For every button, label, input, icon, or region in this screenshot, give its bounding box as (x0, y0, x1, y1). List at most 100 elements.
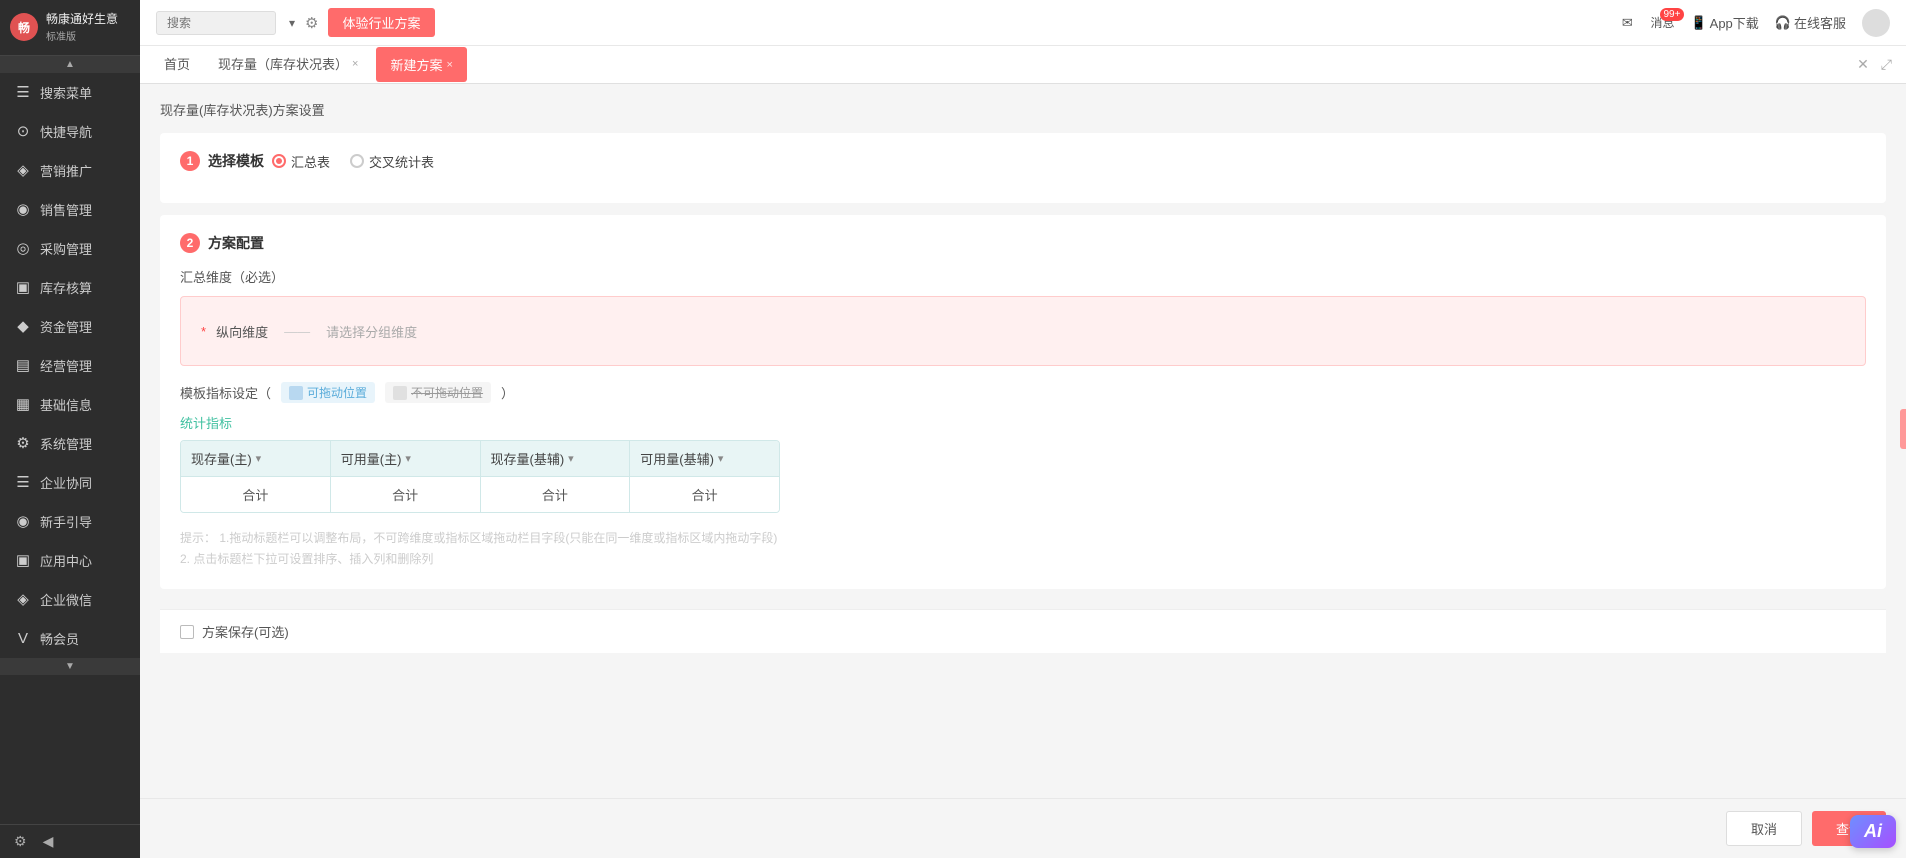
stat-table: 现存量(主) ▾ 可用量(主) ▾ 现存量(基辅) ▾ (180, 440, 780, 513)
tab-expand-action[interactable]: ⤢ (1877, 54, 1896, 75)
dropdown-selector[interactable]: ▾ (286, 16, 295, 30)
tab-inventory-label: 现存量（库存状况表） (218, 54, 348, 73)
radio-summary-label: 汇总表 (291, 152, 330, 171)
gear-icon[interactable]: ⚙ (305, 14, 318, 32)
sidebar-item-label: 应用中心 (40, 551, 92, 570)
tab-inventory-close-icon[interactable]: × (352, 58, 358, 70)
app-logo: 畅 畅康通好生意 标准版 (0, 0, 140, 56)
col3-dropdown-icon[interactable]: ▾ (568, 452, 574, 465)
purchase-icon: ◎ (14, 239, 32, 257)
sidebar-item-enterprise-collab[interactable]: ☰ 企业协同 (0, 463, 140, 502)
user-avatar[interactable] (1862, 9, 1890, 37)
phone-icon: 📱 (1690, 15, 1706, 31)
newuser-icon: ◉ (14, 512, 32, 530)
trial-button[interactable]: 体验行业方案 (328, 8, 434, 37)
tab-inventory-status[interactable]: 现存量（库存状况表） × (204, 46, 372, 83)
sidebar-item-inventory[interactable]: ▣ 库存核算 (0, 268, 140, 307)
fixed-badge: 不可拖动位置 (385, 382, 491, 403)
sidebar-item-member[interactable]: V 畅会员 (0, 619, 140, 658)
sidebar-item-sales[interactable]: ◉ 销售管理 (0, 190, 140, 229)
sidebar-item-label: 基础信息 (40, 395, 92, 414)
stat-col-4[interactable]: 可用量(基辅) ▾ (630, 441, 779, 476)
save-scheme-checkbox[interactable] (180, 625, 194, 639)
tab-home[interactable]: 首页 (150, 46, 204, 83)
dimension-name: 纵向维度 (216, 322, 268, 341)
sidebar-item-label: 销售管理 (40, 200, 92, 219)
sidebar-item-appcenter[interactable]: ▣ 应用中心 (0, 541, 140, 580)
speaker-icon[interactable]: ◀ (43, 833, 54, 850)
online-service-link[interactable]: 🎧 在线客服 (1775, 13, 1846, 32)
finance-icon: ◆ (14, 317, 32, 335)
sidebar-item-label: 搜索菜单 (40, 83, 92, 102)
col2-dropdown-icon[interactable]: ▾ (405, 452, 411, 465)
step2-num: 2 (180, 233, 200, 253)
app-download-link[interactable]: 📱 App下载 (1690, 13, 1758, 32)
footer-buttons: 取消 查询 (140, 798, 1906, 858)
right-collapse-handle[interactable] (1900, 409, 1906, 449)
search-input[interactable] (156, 11, 276, 35)
stat-col-3-name: 现存量(基辅) (491, 449, 565, 468)
main-content: ▾ ⚙ 体验行业方案 ✉ 99+ 消息 📱 App下载 🎧 在线客服 首页 (140, 0, 1906, 858)
sidebar-item-label: 企业协同 (40, 473, 92, 492)
management-icon: ▤ (14, 356, 32, 374)
template-radio-group: 汇总表 交叉统计表 (272, 152, 434, 171)
sidebar-item-marketing[interactable]: ◈ 营销推广 (0, 151, 140, 190)
sidebar-item-management[interactable]: ▤ 经营管理 (0, 346, 140, 385)
save-scheme-label: 方案保存(可选) (202, 622, 289, 641)
dimension-box[interactable]: * 纵向维度 —— 请选择分组维度 (180, 296, 1866, 366)
stat-col-4-name: 可用量(基辅) (640, 449, 714, 468)
message-badge: 99+ (1660, 8, 1685, 21)
stat-col-3[interactable]: 现存量(基辅) ▾ (481, 441, 631, 476)
stat-col-1[interactable]: 现存量(主) ▾ (181, 441, 331, 476)
stat-col-2[interactable]: 可用量(主) ▾ (331, 441, 481, 476)
stat-col-2-name: 可用量(主) (341, 449, 402, 468)
sidebar-item-system[interactable]: ⚙ 系统管理 (0, 424, 140, 463)
stat-table-body: 合计 合计 合计 合计 (181, 476, 779, 512)
message-icon-symbol: ✉ (1622, 15, 1633, 30)
system-icon: ⚙ (14, 434, 32, 452)
sidebar-item-wechat[interactable]: ◈ 企业微信 (0, 580, 140, 619)
col1-dropdown-icon[interactable]: ▾ (256, 452, 262, 465)
radio-cross-label: 交叉统计表 (369, 152, 434, 171)
radio-cross-dot (350, 154, 364, 168)
dimension-label: 汇总维度（必选） (180, 267, 1866, 286)
wechat-icon: ◈ (14, 590, 32, 608)
radio-summary[interactable]: 汇总表 (272, 152, 330, 171)
inventory-icon: ▣ (14, 278, 32, 296)
tab-new-scheme-label: 新建方案 (390, 55, 442, 74)
settings-icon[interactable]: ⚙ (14, 833, 27, 850)
collab-icon: ☰ (14, 473, 32, 491)
sales-icon: ◉ (14, 200, 32, 218)
message-icon[interactable]: ✉ 99+ 消息 (1622, 14, 1675, 31)
logo-icon: 畅 (10, 13, 38, 41)
appcenter-icon: ▣ (14, 551, 32, 569)
indicators-section: 模板指标设定（ 可拖动位置 不可拖动位置 ） 统计指标 (180, 382, 1866, 567)
step2-label: 方案配置 (208, 233, 264, 253)
step1-num: 1 (180, 151, 200, 171)
sidebar-scroll-down[interactable]: ▼ (0, 658, 140, 675)
cancel-button[interactable]: 取消 (1726, 811, 1802, 846)
sidebar-item-label: 采购管理 (40, 239, 92, 258)
tab-close-action[interactable]: ✕ (1853, 54, 1873, 75)
indicators-header: 模板指标设定（ 可拖动位置 不可拖动位置 ） (180, 382, 1866, 403)
topbar-right: ✉ 99+ 消息 📱 App下载 🎧 在线客服 (1622, 9, 1890, 37)
sidebar-item-purchase[interactable]: ◎ 采购管理 (0, 229, 140, 268)
stat-cell-2: 合计 (331, 477, 481, 512)
sidebar-item-finance[interactable]: ◆ 资金管理 (0, 307, 140, 346)
stat-cell-1: 合计 (181, 477, 331, 512)
stat-table-header: 现存量(主) ▾ 可用量(主) ▾ 现存量(基辅) ▾ (181, 441, 779, 476)
dimension-placeholder: 请选择分组维度 (326, 322, 417, 341)
sidebar-item-newuser[interactable]: ◉ 新手引导 (0, 502, 140, 541)
tip1: 提示： 1.拖动标题栏可以调整布局，不可跨维度或指标区域拖动栏目字段(只能在同一… (180, 529, 1866, 546)
tab-new-scheme[interactable]: 新建方案 × (376, 47, 466, 82)
tab-new-scheme-close-icon[interactable]: × (446, 59, 452, 71)
sidebar-item-quicknav[interactable]: ⊙ 快捷导航 (0, 112, 140, 151)
fixed-box (393, 386, 407, 400)
sidebar-item-basic-info[interactable]: ▦ 基础信息 (0, 385, 140, 424)
movable-box (289, 386, 303, 400)
radio-cross[interactable]: 交叉统计表 (350, 152, 434, 171)
sidebar-item-search[interactable]: ☰ 搜索菜单 (0, 73, 140, 112)
col4-dropdown-icon[interactable]: ▾ (718, 452, 724, 465)
ai-badge[interactable]: Ai (1850, 815, 1896, 848)
sidebar-scroll-up[interactable]: ▲ (0, 56, 140, 73)
